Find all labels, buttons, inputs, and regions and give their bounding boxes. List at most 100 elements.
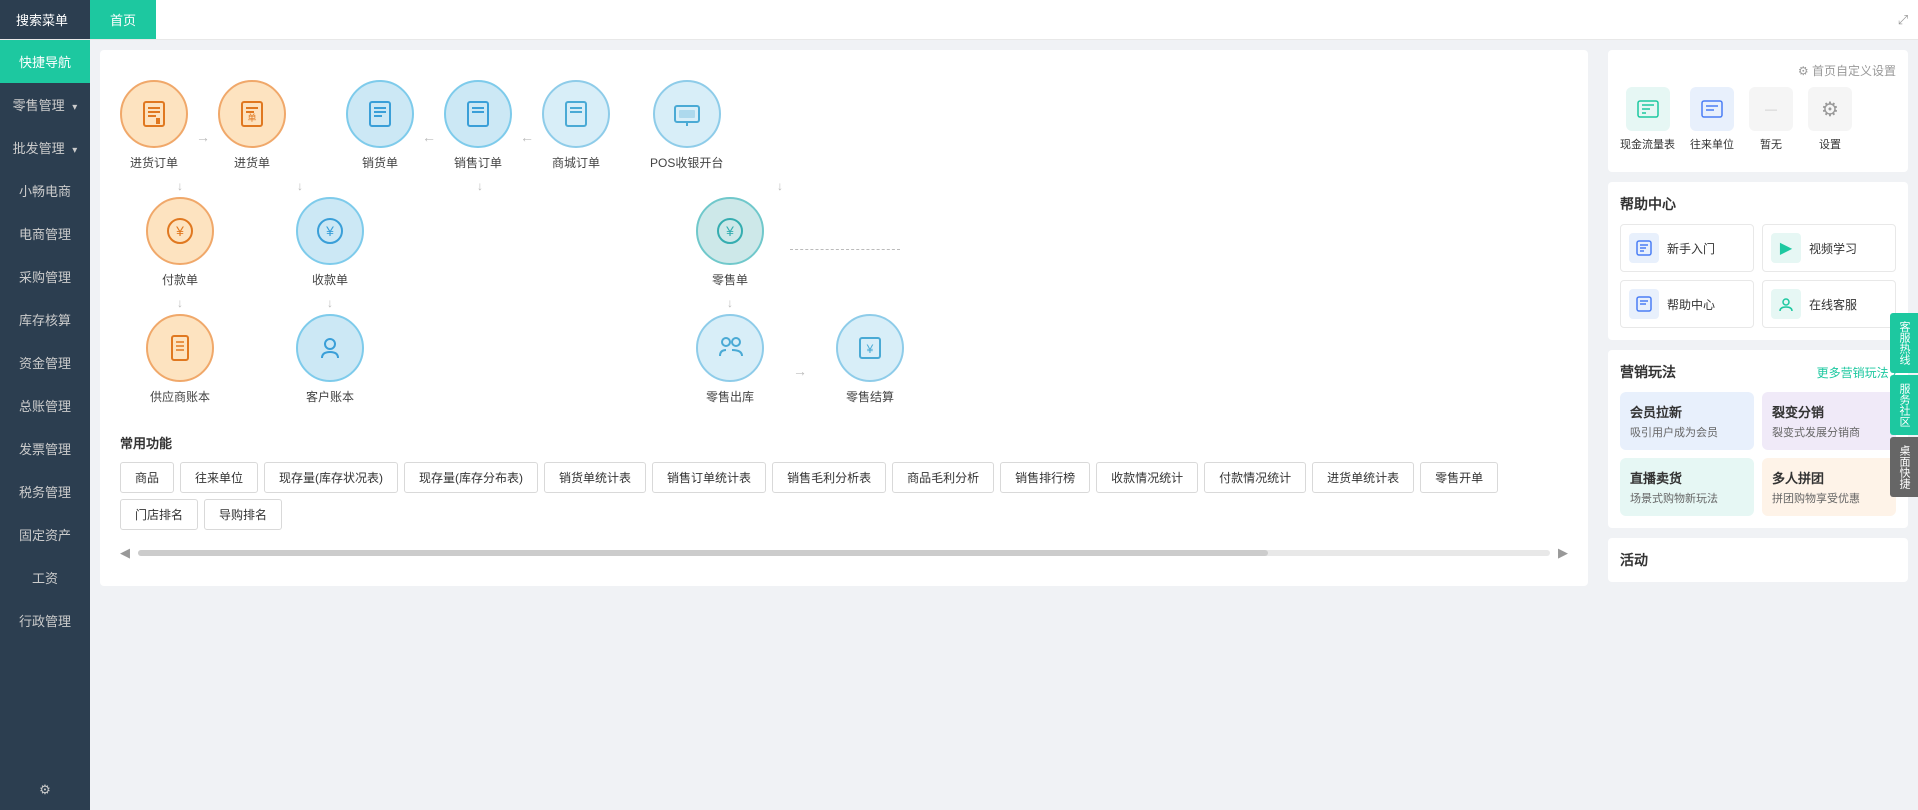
mkt-fission-desc: 裂变式发展分销商 xyxy=(1772,424,1886,440)
float-btn-community[interactable]: 服务社区 xyxy=(1890,375,1918,435)
help-online-icon xyxy=(1771,289,1801,319)
arrow-4-5: ← xyxy=(512,129,542,171)
right-panel: ⚙ 首页自定义设置 现金流量表 往来单位 xyxy=(1598,40,1918,810)
qa-item-empty[interactable]: — 暂无 xyxy=(1749,87,1793,152)
sidebar-item-invoice[interactable]: 发票管理 xyxy=(0,427,90,470)
node-jh-dan[interactable]: 单 进货单 xyxy=(218,80,286,171)
scroll-bar[interactable]: ◀ ▶ xyxy=(120,540,1568,566)
func-btn-profit2[interactable]: 商品毛利分析 xyxy=(892,462,994,493)
sidebar-item-purchase[interactable]: 采购管理 xyxy=(0,255,90,298)
node-xh-dan[interactable]: 销货单 xyxy=(346,80,414,171)
help-online-label: 在线客服 xyxy=(1809,296,1857,313)
qa-cashflow-label: 现金流量表 xyxy=(1620,136,1675,152)
help-item-online[interactable]: 在线客服 xyxy=(1762,280,1896,328)
flow-row-3: 供应商账本 客户账本 xyxy=(120,314,1568,405)
node-sc-order[interactable]: 商城订单 xyxy=(542,80,610,171)
node-recv[interactable]: ¥ 收款单 xyxy=(270,197,390,288)
func-btn-store-rank[interactable]: 门店排名 xyxy=(120,499,198,530)
mkt-live-desc: 场景式购物新玩法 xyxy=(1630,490,1744,506)
float-btn-desktop[interactable]: 桌面快捷 xyxy=(1890,437,1918,497)
sidebar-bottom: ⚙ xyxy=(0,770,90,810)
help-center-title: 帮助中心 xyxy=(1620,194,1896,214)
sidebar-gear-icon[interactable]: ⚙ xyxy=(0,770,90,810)
node-pos[interactable]: POS收银开台 xyxy=(650,80,723,171)
marketing-header: 营销玩法 更多营销玩法 › xyxy=(1620,362,1896,382)
scroll-left-arrow[interactable]: ◀ xyxy=(120,545,130,561)
help-item-beginner[interactable]: 新手入门 xyxy=(1620,224,1754,272)
func-btn-stock2[interactable]: 现存量(库存分布表) xyxy=(404,462,538,493)
activity-title: 活动 xyxy=(1620,550,1896,570)
content-area: 进货订单 → 单 进货单 xyxy=(90,40,1918,810)
float-btn-service[interactable]: 客服热线 xyxy=(1890,313,1918,373)
func-btn-pay-stat[interactable]: 付款情况统计 xyxy=(1204,462,1306,493)
arrow-3-4: ← xyxy=(414,129,444,171)
sidebar-item-ecommerce-small[interactable]: 小畅电商 xyxy=(0,169,90,212)
sidebar-item-quick-nav[interactable]: 快捷导航 xyxy=(0,40,90,83)
node-customer[interactable]: 客户账本 xyxy=(270,314,390,405)
mkt-member-title: 会员拉新 xyxy=(1630,402,1744,421)
sidebar-item-salary[interactable]: 工资 xyxy=(0,556,90,599)
marketing-title: 营销玩法 xyxy=(1620,362,1676,382)
qa-empty-icon: — xyxy=(1749,87,1793,131)
sidebar-item-finance[interactable]: 资金管理 xyxy=(0,341,90,384)
float-btns: 客服热线 服务社区 桌面快捷 xyxy=(1890,313,1918,497)
quick-access-row: 现金流量表 往来单位 — 暂无 ⚙ 设置 xyxy=(1620,87,1896,152)
scroll-right-arrow[interactable]: ▶ xyxy=(1558,545,1568,561)
sidebar-item-assets[interactable]: 固定资产 xyxy=(0,513,90,556)
func-btn-sales-stat[interactable]: 销货单统计表 xyxy=(544,462,646,493)
sidebar-item-admin[interactable]: 行政管理 xyxy=(0,599,90,642)
qa-item-units[interactable]: 往来单位 xyxy=(1690,87,1734,152)
activity-section: 活动 xyxy=(1608,538,1908,582)
mkt-group-desc: 拼团购物享受优惠 xyxy=(1772,490,1886,506)
func-btn-retail-order[interactable]: 零售开单 xyxy=(1420,462,1498,493)
scroll-track[interactable] xyxy=(138,550,1550,556)
flow-row-1: 进货订单 → 单 进货单 xyxy=(120,80,1568,171)
expand-icon[interactable]: ⤢ xyxy=(1888,5,1918,35)
node-ls-dan[interactable]: ¥ 零售单 xyxy=(670,197,790,288)
dashed-connector xyxy=(790,249,900,250)
node-ls-out[interactable]: 零售出库 xyxy=(670,314,790,405)
sidebar-item-ledger[interactable]: 总账管理 xyxy=(0,384,90,427)
func-btn-units[interactable]: 往来单位 xyxy=(180,462,258,493)
tab-home[interactable]: 首页 xyxy=(90,0,156,39)
help-beginner-label: 新手入门 xyxy=(1667,240,1715,257)
help-item-video[interactable]: ▶ 视频学习 xyxy=(1762,224,1896,272)
node-pay[interactable]: ¥ 付款单 xyxy=(120,197,240,288)
home-settings[interactable]: ⚙ 首页自定义设置 xyxy=(1620,62,1896,79)
qa-cashflow-icon xyxy=(1626,87,1670,131)
func-btn-recv-stat[interactable]: 收款情况统计 xyxy=(1096,462,1198,493)
help-item-helpcenter[interactable]: 帮助中心 xyxy=(1620,280,1754,328)
svg-text:¥: ¥ xyxy=(725,223,734,239)
flow-row-2: ¥ 付款单 ¥ 收款单 xyxy=(120,197,1568,288)
func-btn-purchase-stat[interactable]: 进货单统计表 xyxy=(1312,462,1414,493)
sidebar-item-wholesale[interactable]: 批发管理 ▾ xyxy=(0,126,90,169)
node-xs-order[interactable]: 销售订单 xyxy=(444,80,512,171)
search-menu[interactable]: 搜索菜单 xyxy=(0,0,90,39)
func-btn-rank[interactable]: 销售排行榜 xyxy=(1000,462,1090,493)
mkt-item-member[interactable]: 会员拉新 吸引用户成为会员 xyxy=(1620,392,1754,450)
mkt-item-fission[interactable]: 裂变分销 裂变式发展分销商 xyxy=(1762,392,1896,450)
qa-item-settings[interactable]: ⚙ 设置 xyxy=(1808,87,1852,152)
mkt-group-title: 多人拼团 xyxy=(1772,468,1886,487)
qa-item-cashflow[interactable]: 现金流量表 xyxy=(1620,87,1675,152)
node-jh-order[interactable]: 进货订单 xyxy=(120,80,188,171)
more-marketing-link[interactable]: 更多营销玩法 › xyxy=(1817,364,1896,381)
mkt-item-live[interactable]: 直播卖货 场景式购物新玩法 xyxy=(1620,458,1754,516)
sidebar-item-inventory[interactable]: 库存核算 xyxy=(0,298,90,341)
func-btn-profit1[interactable]: 销售毛利分析表 xyxy=(772,462,886,493)
quick-access: ⚙ 首页自定义设置 现金流量表 往来单位 xyxy=(1608,50,1908,172)
func-btn-order-stat[interactable]: 销售订单统计表 xyxy=(652,462,766,493)
sidebar-item-tax[interactable]: 税务管理 xyxy=(0,470,90,513)
func-btn-goods[interactable]: 商品 xyxy=(120,462,174,493)
sidebar-item-ecommerce[interactable]: 电商管理 xyxy=(0,212,90,255)
node-supplier[interactable]: 供应商账本 xyxy=(120,314,240,405)
func-btn-stock1[interactable]: 现存量(库存状况表) xyxy=(264,462,398,493)
node-ls-settle[interactable]: ¥ 零售结算 xyxy=(810,314,930,405)
sidebar-item-retail[interactable]: 零售管理 ▾ xyxy=(0,83,90,126)
mkt-item-group[interactable]: 多人拼团 拼团购物享受优惠 xyxy=(1762,458,1896,516)
func-btn-guide-rank[interactable]: 导购排名 xyxy=(204,499,282,530)
mkt-fission-title: 裂变分销 xyxy=(1772,402,1886,421)
help-video-icon: ▶ xyxy=(1771,233,1801,263)
v-arrows-2: ↓ ↓ ↓ xyxy=(120,296,1568,310)
quick-nav-card: 进货订单 → 单 进货单 xyxy=(100,50,1588,586)
